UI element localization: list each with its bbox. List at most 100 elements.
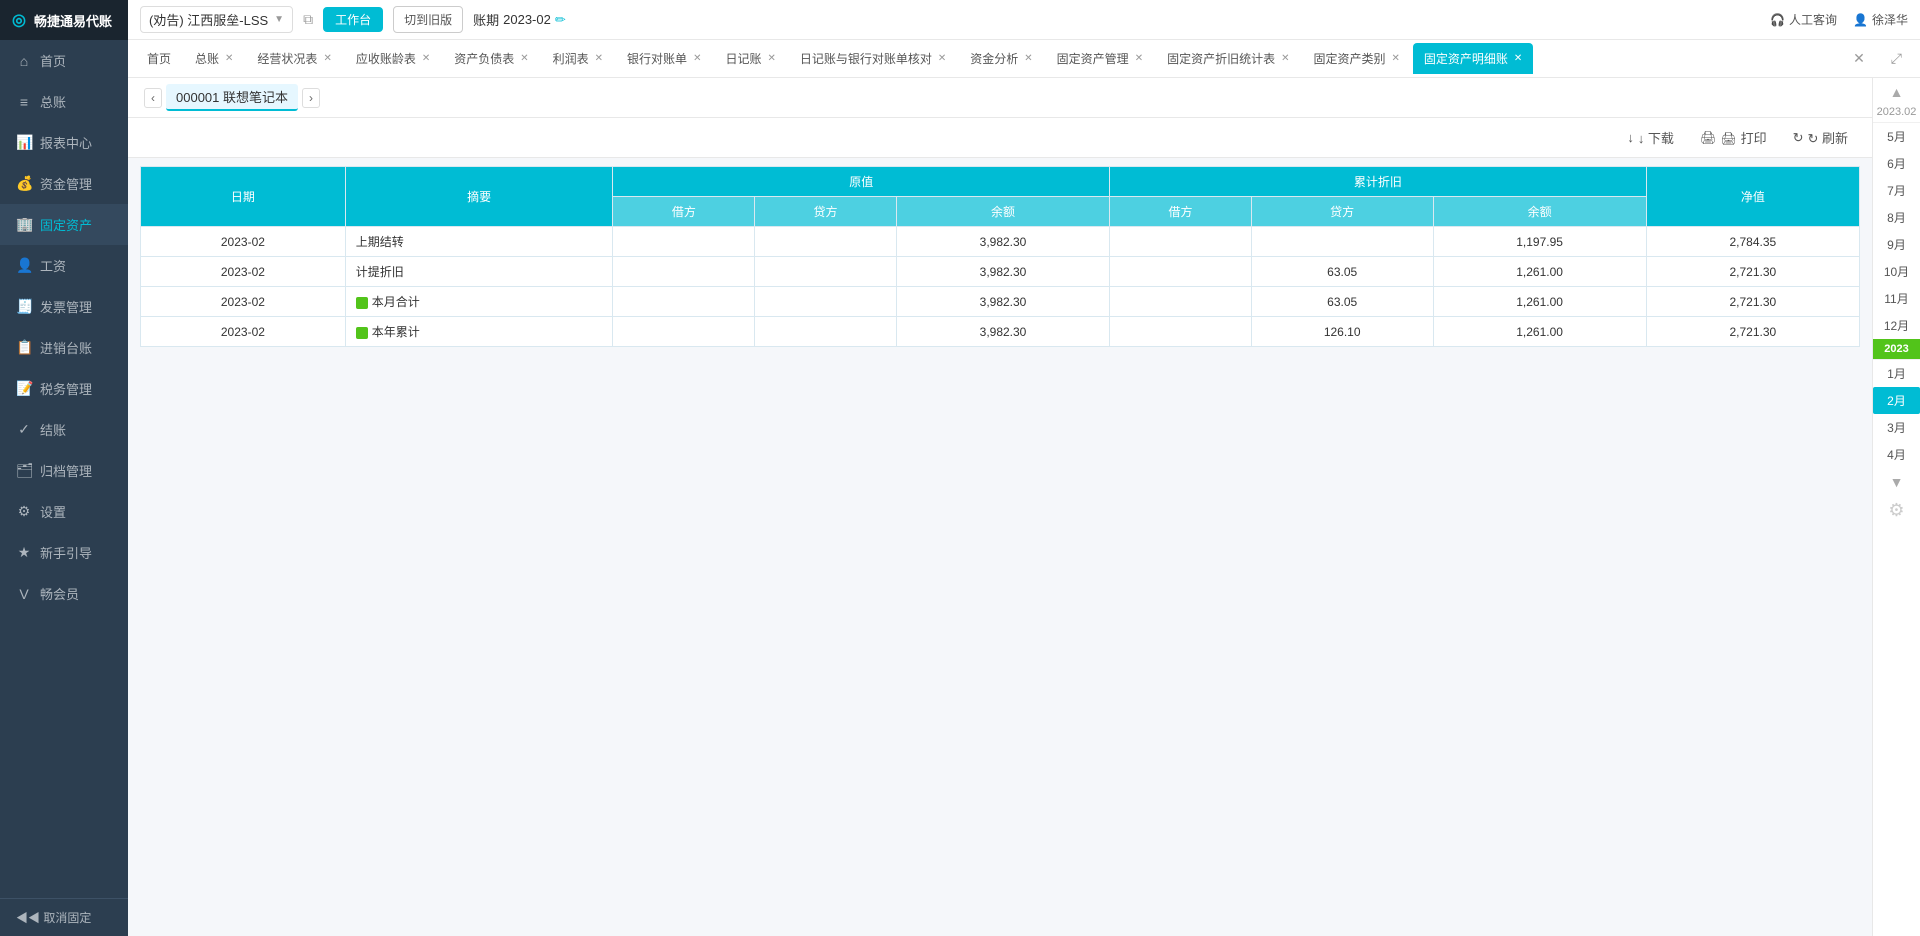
sidebar-item-label: 资金管理 [40, 174, 92, 193]
download-button[interactable]: ↓ ↓ 下载 [1619, 124, 1682, 151]
topbar: (劝告) 江西服垒-LSS ▼ ⧉ 工作台 切到旧版 账期 2023-02 ✏ … [128, 0, 1920, 40]
sidebar-item-newbie[interactable]: ★ 新手引导 [0, 532, 128, 573]
date-panel-month-12[interactable]: 12月 [1873, 312, 1920, 339]
period-edit-icon[interactable]: ✏ [555, 12, 566, 28]
breadcrumb-prev-button[interactable]: ‹ [144, 88, 162, 108]
sidebar-item-purchase-sales[interactable]: 📋 进销台账 [0, 327, 128, 368]
reports-icon: 📊 [16, 134, 32, 151]
tab-close-icon[interactable]: ✕ [323, 53, 331, 64]
tab-close-icon[interactable]: ✕ [225, 53, 233, 64]
user-avatar-icon: 👤 [1853, 13, 1868, 27]
table-row: 2023-02 本月合计 3,982.30 63.05 1,261.00 2,7… [141, 287, 1860, 317]
date-panel-month-3[interactable]: 3月 [1873, 414, 1920, 441]
sidebar-item-fixed-assets[interactable]: 🏢 固定资产 [0, 204, 128, 245]
col-summary: 摘要 [345, 167, 613, 227]
sidebar-unpin[interactable]: ◀◀ 取消固定 [0, 898, 128, 936]
sidebar-item-label: 结账 [40, 420, 66, 439]
tab-fund-analysis[interactable]: 资金分析 ✕ [959, 43, 1043, 74]
tab-close-icon[interactable]: ✕ [767, 53, 775, 64]
tab-profit[interactable]: 利润表 ✕ [542, 43, 614, 74]
tab-close-icon[interactable]: ✕ [1024, 53, 1032, 64]
tab-expand-button[interactable]: ⤢ [1881, 46, 1912, 71]
sidebar-item-ledger[interactable]: ≡ 总账 [0, 81, 128, 122]
payroll-icon: 👤 [16, 257, 32, 274]
refresh-button[interactable]: ↻ ↻ 刷新 [1785, 124, 1856, 151]
tab-close-icon[interactable]: ✕ [693, 53, 701, 64]
cell-accum-credit: 63.05 [1251, 287, 1433, 317]
ledger-icon: ≡ [16, 94, 32, 110]
tax-icon: 📝 [16, 380, 32, 397]
sidebar-item-tax[interactable]: 📝 税务管理 [0, 368, 128, 409]
tab-fixed-detail[interactable]: 固定资产明细账 ✕ [1413, 43, 1533, 74]
sidebar-item-label: 归档管理 [40, 461, 92, 480]
tab-bank-check[interactable]: 日记账与银行对账单核对 ✕ [789, 43, 957, 74]
tab-close-icon[interactable]: ✕ [1514, 53, 1522, 64]
date-panel-month-10[interactable]: 10月 [1873, 258, 1920, 285]
tab-close-icon[interactable]: ✕ [422, 53, 430, 64]
print-label: 🖨 打印 [1720, 128, 1766, 147]
date-panel-month-11[interactable]: 11月 [1873, 285, 1920, 312]
breadcrumb-current: 000001 联想笔记本 [166, 84, 298, 111]
content-area: ‹ 000001 联想笔记本 › ↓ ↓ 下载 🖨 🖨 打印 ↻ ↻ 刷新 [128, 78, 1920, 936]
date-panel-month-7[interactable]: 7月 [1873, 177, 1920, 204]
tab-bank-statement[interactable]: 银行对账单 ✕ [616, 43, 712, 74]
sidebar-item-reports[interactable]: 📊 报表中心 [0, 122, 128, 163]
date-panel-scroll-up-button[interactable]: ▲ [1888, 82, 1906, 102]
sidebar-item-vip[interactable]: V 畅会员 [0, 573, 128, 614]
tab-fixed-mgmt[interactable]: 固定资产管理 ✕ [1046, 43, 1154, 74]
date-panel-month-9[interactable]: 9月 [1873, 231, 1920, 258]
workbench-button[interactable]: 工作台 [323, 7, 383, 32]
sidebar-item-funds[interactable]: 💰 资金管理 [0, 163, 128, 204]
date-panel-month-8[interactable]: 8月 [1873, 204, 1920, 231]
sidebar-item-archive[interactable]: 🗂 归档管理 [0, 450, 128, 491]
tab-ledger[interactable]: 总账 ✕ [184, 43, 244, 74]
print-button[interactable]: 🖨 🖨 打印 [1692, 124, 1775, 151]
sidebar-item-payroll[interactable]: 👤 工资 [0, 245, 128, 286]
user-name: 徐泽华 [1872, 11, 1908, 28]
sidebar-item-settings[interactable]: ⚙ 设置 [0, 491, 128, 532]
tab-close-all-button[interactable]: ✕ [1843, 46, 1875, 71]
topbar-right: 🎧 人工客询 👤 徐泽华 [1770, 11, 1908, 28]
tab-fixed-depreciation-stat[interactable]: 固定资产折旧统计表 ✕ [1156, 43, 1300, 74]
date-panel-month-1[interactable]: 1月 [1873, 360, 1920, 387]
date-panel-scroll-down-button[interactable]: ▼ [1888, 472, 1906, 492]
sidebar-item-label: 税务管理 [40, 379, 92, 398]
sidebar-item-settlement[interactable]: ✓ 结账 [0, 409, 128, 450]
sidebar-footer-label: ◀◀ 取消固定 [16, 909, 91, 926]
date-panel-month-5[interactable]: 5月 [1873, 123, 1920, 150]
tab-close-icon[interactable]: ✕ [1392, 53, 1400, 64]
download-icon: ↓ [1627, 130, 1634, 145]
summary-badge [356, 297, 368, 309]
tab-fixed-category[interactable]: 固定资产类别 ✕ [1302, 43, 1410, 74]
user-profile[interactable]: 👤 徐泽华 [1853, 11, 1908, 28]
tab-close-icon[interactable]: ✕ [520, 53, 528, 64]
fixed-assets-icon: 🏢 [16, 216, 32, 233]
col-accum-debit: 借方 [1110, 197, 1252, 227]
company-selector[interactable]: (劝告) 江西服垒-LSS ▼ [140, 6, 293, 33]
sidebar-item-invoices[interactable]: 🧾 发票管理 [0, 286, 128, 327]
tab-assets-liabilities[interactable]: 资产负债表 ✕ [443, 43, 539, 74]
date-panel-year-2023-label: 2023 [1873, 339, 1920, 360]
tab-close-icon[interactable]: ✕ [595, 53, 603, 64]
date-panel-month-2[interactable]: 2月 [1873, 387, 1920, 414]
tab-home[interactable]: 首页 [136, 43, 182, 74]
tab-journal[interactable]: 日记账 ✕ [714, 43, 786, 74]
cell-orig-credit [755, 317, 897, 347]
page-content: ‹ 000001 联想笔记本 › ↓ ↓ 下载 🖨 🖨 打印 ↻ ↻ 刷新 [128, 78, 1872, 936]
date-panel-month-4[interactable]: 4月 [1873, 441, 1920, 468]
copy-icon[interactable]: ⧉ [303, 11, 313, 28]
tab-close-icon[interactable]: ✕ [1281, 53, 1289, 64]
tab-close-icon[interactable]: ✕ [1135, 53, 1143, 64]
date-panel-settings-icon[interactable]: ⚙ [1888, 500, 1904, 521]
tab-business-status[interactable]: 经营状况表 ✕ [246, 43, 342, 74]
switch-version-button[interactable]: 切到旧版 [393, 6, 463, 33]
tab-label: 资产负债表 [454, 50, 514, 67]
breadcrumb-next-button[interactable]: › [302, 88, 320, 108]
service-icon: 🎧 [1770, 13, 1785, 27]
settings-icon: ⚙ [16, 503, 32, 520]
service-button[interactable]: 🎧 人工客询 [1770, 11, 1837, 28]
sidebar-item-home[interactable]: ⌂ 首页 [0, 40, 128, 81]
tab-close-icon[interactable]: ✕ [938, 53, 946, 64]
tab-receivable[interactable]: 应收账龄表 ✕ [345, 43, 441, 74]
date-panel-month-6[interactable]: 6月 [1873, 150, 1920, 177]
